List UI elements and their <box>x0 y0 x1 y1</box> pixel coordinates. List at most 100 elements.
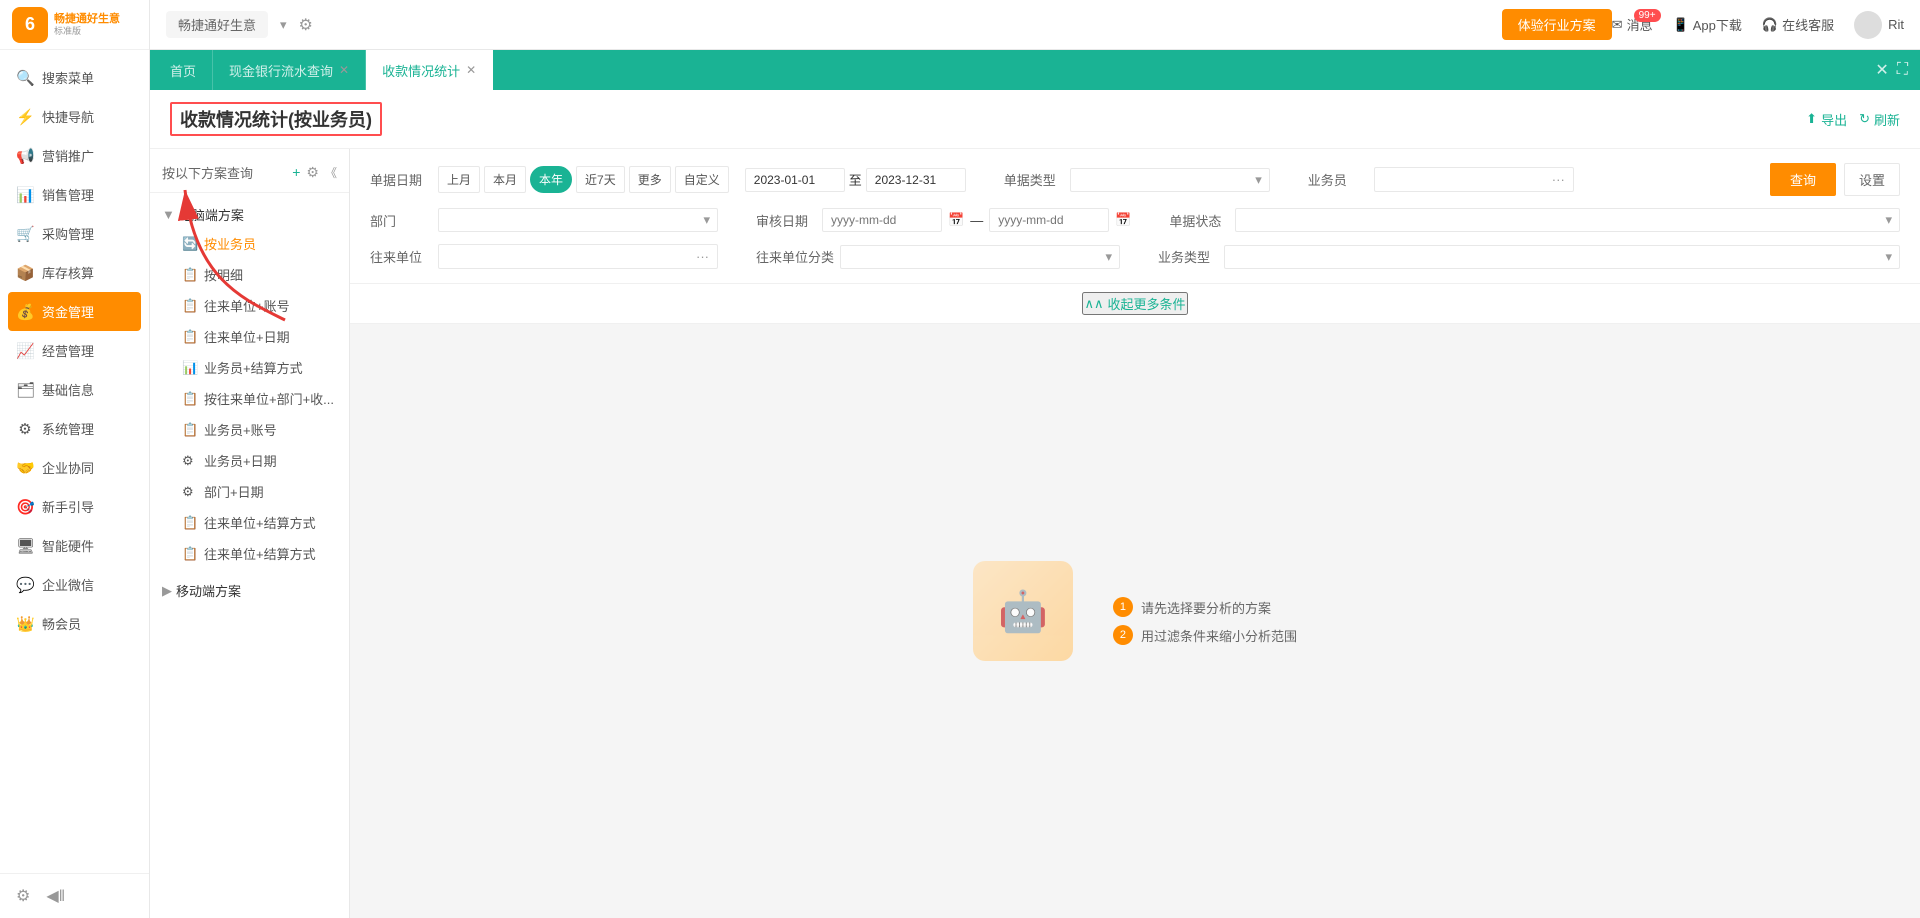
review-date-to[interactable] <box>989 208 1109 232</box>
salesperson-label: 业务员 <box>1308 170 1368 189</box>
sidebar-item-finance[interactable]: 💰 资金管理 <box>8 292 141 331</box>
corp-icon: 🤝 <box>16 459 34 477</box>
basic-icon: 🗂 <box>16 381 34 399</box>
tree-item-by-salesperson[interactable]: 🔄 按业务员 <box>170 228 349 259</box>
tree-item-unit-settlement-1[interactable]: 📋 往来单位+结算方式 <box>170 507 349 538</box>
panel-header: 按以下方案查询 + ⚙ 《 <box>150 159 349 193</box>
salesperson-more-icon[interactable]: ··· <box>1552 172 1565 187</box>
sidebar-item-inventory[interactable]: 📦 库存核算 <box>0 253 149 292</box>
tree-item-salesperson-date[interactable]: ⚙ 业务员+日期 <box>170 445 349 476</box>
topbar-breadcrumb: 畅捷通好生意 <box>166 11 268 38</box>
scheme-collapse-icon[interactable]: 《 <box>325 164 337 181</box>
footer-settings-icon[interactable]: ⚙ <box>16 886 30 906</box>
add-scheme-icon[interactable]: + <box>292 164 300 181</box>
sidebar-item-member[interactable]: 👑 畅会员 <box>0 604 149 643</box>
tab-home[interactable]: 首页 <box>150 50 213 90</box>
app-download-btn[interactable]: 📱 App下载 <box>1673 15 1742 34</box>
tab-close-all-icon[interactable]: ✕ <box>1875 60 1888 80</box>
counterpart-category-select[interactable] <box>840 245 1120 269</box>
export-btn[interactable]: ⬆ 导出 <box>1806 110 1847 129</box>
refresh-btn[interactable]: ↻ 刷新 <box>1859 110 1900 129</box>
sidebar-item-marketing[interactable]: 📢 营销推广 <box>0 136 149 175</box>
export-icon: ⬆ <box>1806 111 1817 127</box>
query-btn[interactable]: 查询 <box>1770 163 1836 196</box>
tab-collection-stats[interactable]: 收款情况统计 ✕ <box>366 50 493 90</box>
date-from-input[interactable] <box>745 168 845 192</box>
date-btn-this-year[interactable]: 本年 <box>530 166 572 193</box>
counterpart-label: 往来单位 <box>370 247 430 266</box>
order-status-select[interactable] <box>1235 208 1900 232</box>
filter-row-1: 单据日期 上月 本月 本年 近7天 更多 自定义 至 <box>370 163 1900 196</box>
business-type-group: 业务类型 <box>1158 245 1900 269</box>
sidebar-item-system[interactable]: ⚙ 系统管理 <box>0 409 149 448</box>
date-btn-this-month[interactable]: 本月 <box>484 166 526 193</box>
topbar-settings-icon[interactable]: ⚙ <box>299 15 313 35</box>
tree-item-by-detail[interactable]: 📋 按明细 <box>170 259 349 290</box>
sidebar-item-guide[interactable]: 🎯 新手引导 <box>0 487 149 526</box>
sidebar-item-corp[interactable]: 🤝 企业协同 <box>0 448 149 487</box>
date-btn-last-month[interactable]: 上月 <box>438 166 480 193</box>
tree-section-desktop[interactable]: ▼ 电脑端方案 <box>150 201 349 228</box>
topbar-dropdown-icon[interactable]: ▾ <box>280 17 287 33</box>
tab-expand-icon[interactable]: ⛶ <box>1897 61 1908 79</box>
tree-item-salesperson-account[interactable]: 📋 业务员+账号 <box>170 414 349 445</box>
service-icon: 🎧 <box>1762 17 1778 33</box>
review-date-from[interactable] <box>822 208 942 232</box>
purchase-icon: 🛒 <box>16 225 34 243</box>
sidebar-item-wechat[interactable]: 💬 企业微信 <box>0 565 149 604</box>
page-title: 收款情况统计(按业务员) <box>170 102 382 136</box>
sidebar-item-basic[interactable]: 🗂 基础信息 <box>0 370 149 409</box>
date-label: 单据日期 <box>370 170 430 189</box>
topbar: 畅捷通好生意 ▾ ⚙ 体验行业方案 ✉ 消息 99+ 📱 App下载 🎧 在线客… <box>150 0 1920 50</box>
sidebar-item-sales[interactable]: 📊 销售管理 <box>0 175 149 214</box>
dept-select[interactable] <box>438 208 718 232</box>
tree-item-unit-settlement-2[interactable]: 📋 往来单位+结算方式 <box>170 538 349 569</box>
wechat-icon: 💬 <box>16 576 34 594</box>
date-btn-custom[interactable]: 自定义 <box>675 166 729 193</box>
tab-collection-stats-close[interactable]: ✕ <box>466 63 476 77</box>
filter-row-3: 往来单位 ··· 往来单位分类 业务类型 <box>370 244 1900 269</box>
sales-icon: 📊 <box>16 186 34 204</box>
category-select[interactable] <box>1070 168 1270 192</box>
tree-desktop-items: 🔄 按业务员 📋 按明细 📋 往来单位+账号 📋 往来单位+日期 📊 <box>150 228 349 569</box>
tree-item-salesperson-settlement[interactable]: 📊 业务员+结算方式 <box>170 352 349 383</box>
tree-section-mobile[interactable]: ▶ 移动端方案 <box>150 577 349 604</box>
user-info[interactable]: Rit <box>1854 11 1904 39</box>
finance-icon: 💰 <box>16 303 34 321</box>
tree-item-unit-dept-collection[interactable]: 📋 按往来单位+部门+收... <box>170 383 349 414</box>
tree-item-icon-6: 📋 <box>182 422 198 438</box>
tab-bank-flow[interactable]: 现金银行流水查询 ✕ <box>213 50 366 90</box>
tab-bank-flow-close[interactable]: ✕ <box>339 63 349 77</box>
settings-btn[interactable]: 设置 <box>1844 163 1900 196</box>
online-service-btn[interactable]: 🎧 在线客服 <box>1762 15 1834 34</box>
messages-btn[interactable]: ✉ 消息 99+ <box>1612 15 1653 34</box>
sidebar-item-search[interactable]: 🔍 搜索菜单 <box>0 58 149 97</box>
trial-btn[interactable]: 体验行业方案 <box>1502 9 1612 40</box>
tree-item-icon-4: 📊 <box>182 360 198 376</box>
scheme-settings-icon[interactable]: ⚙ <box>306 164 319 181</box>
dept-label: 部门 <box>370 211 430 230</box>
sidebar-item-operations[interactable]: 📈 经营管理 <box>0 331 149 370</box>
refresh-icon: ↻ <box>1859 111 1870 127</box>
tree-mobile-arrow: ▶ <box>162 583 172 599</box>
date-btn-7days[interactable]: 近7天 <box>576 166 625 193</box>
tree-item-unit-account[interactable]: 📋 往来单位+账号 <box>170 290 349 321</box>
business-type-select[interactable] <box>1224 245 1900 269</box>
tree-item-dept-date[interactable]: ⚙ 部门+日期 <box>170 476 349 507</box>
guide-icon: 🎯 <box>16 498 34 516</box>
date-options: 上月 本月 本年 近7天 更多 自定义 <box>438 166 729 193</box>
sidebar-item-purchase[interactable]: 🛒 采购管理 <box>0 214 149 253</box>
footer-collapse-icon[interactable]: ◀‖ <box>46 886 65 906</box>
tree-item-icon-10: 📋 <box>182 546 198 562</box>
collapse-icon: ∧∧ <box>1084 296 1103 312</box>
counterpart-more-icon[interactable]: ··· <box>696 249 709 264</box>
collapse-more-btn[interactable]: ∧∧ 收起更多条件 <box>1082 292 1187 315</box>
hint-num-1: 1 <box>1113 597 1133 617</box>
date-btn-more[interactable]: 更多 <box>629 166 671 193</box>
sidebar-item-quick-nav[interactable]: ⚡ 快捷导航 <box>0 97 149 136</box>
sidebar-item-hardware[interactable]: 🖥 智能硬件 <box>0 526 149 565</box>
tree-item-icon-8: ⚙ <box>182 484 198 500</box>
date-to-input[interactable] <box>866 168 966 192</box>
tree-item-unit-date[interactable]: 📋 往来单位+日期 <box>170 321 349 352</box>
page-actions: ⬆ 导出 ↻ 刷新 <box>1806 110 1900 129</box>
